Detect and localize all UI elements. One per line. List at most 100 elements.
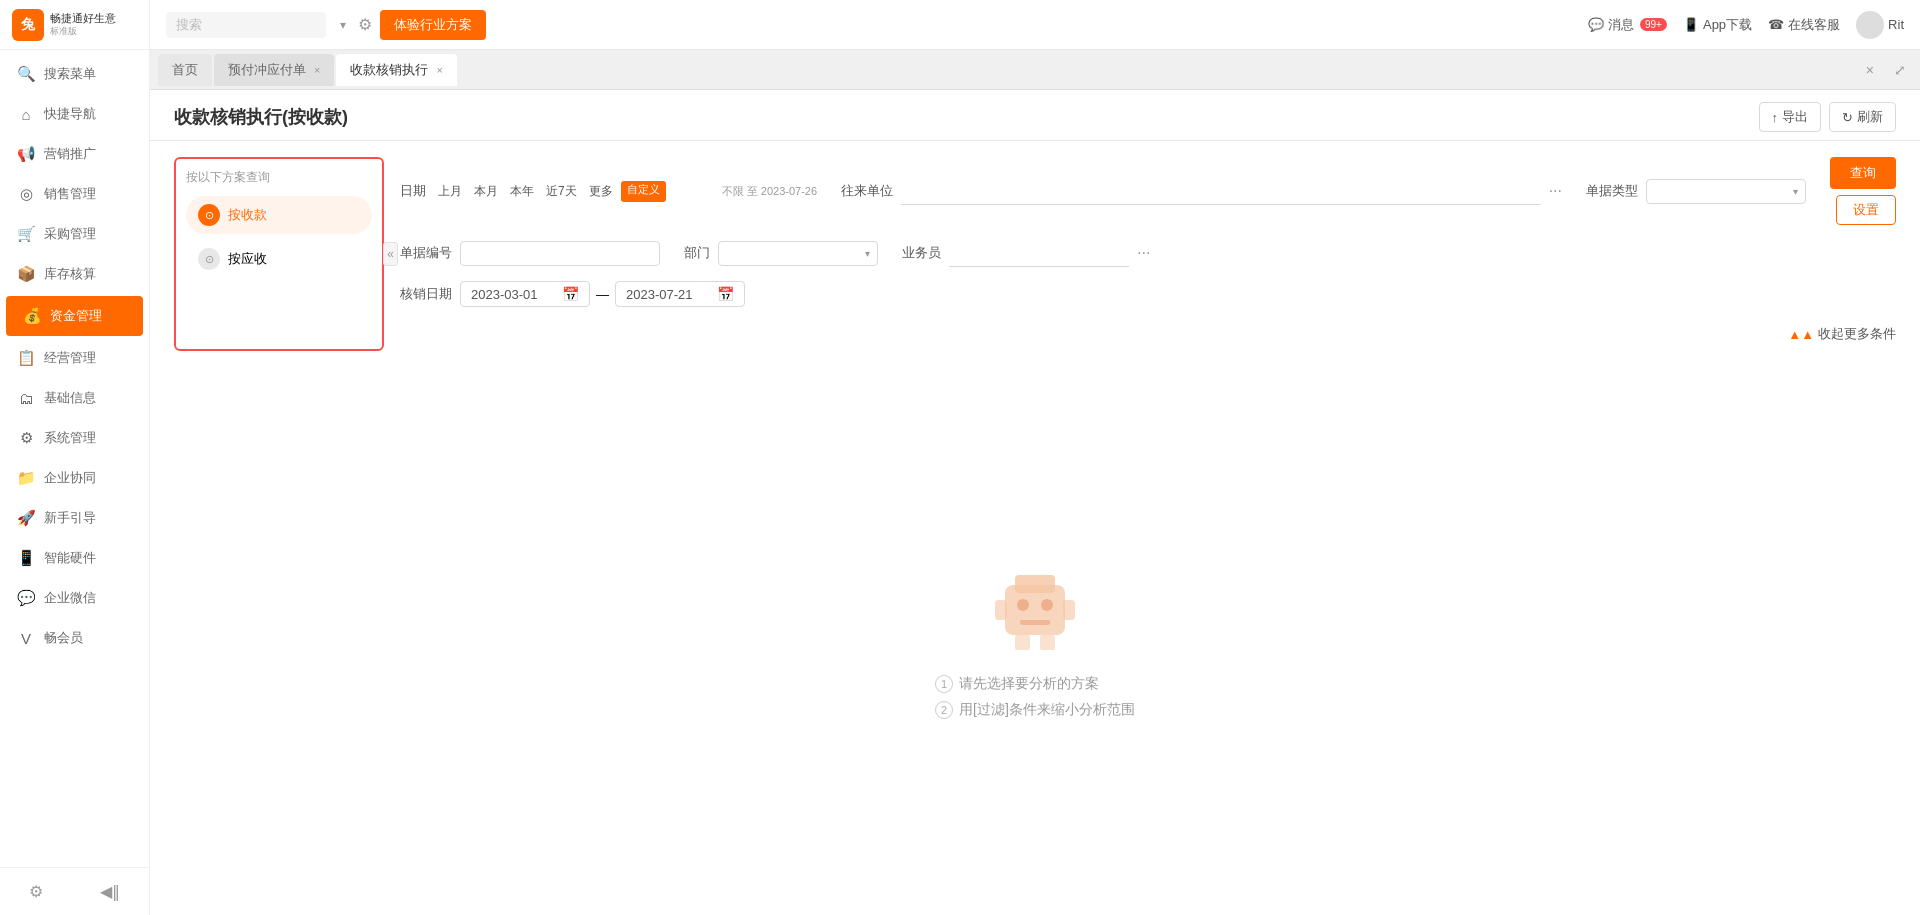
date-tabs: 上月 本月 本年 近7天 更多 自定义 [434, 181, 666, 202]
date-tab-7days[interactable]: 近7天 [542, 181, 581, 202]
query-button[interactable]: 查询 [1830, 157, 1896, 189]
sidebar-item-sales[interactable]: ◎ 销售管理 [0, 174, 149, 214]
sidebar-menu: 🔍 搜索菜单 ⌂ 快捷导航 📢 营销推广 ◎ 销售管理 🛒 采购管理 📦 库存核… [0, 50, 149, 867]
date-label: 日期 [400, 182, 426, 200]
by-receipt-icon: ⊙ [198, 204, 220, 226]
tabbar: 首页 预付冲应付单 × 收款核销执行 × × ⤢ [150, 50, 1920, 90]
sidebar-collapse-btn[interactable]: ◀‖ [94, 876, 126, 907]
tab-writeoff[interactable]: 收款核销执行 × [336, 54, 456, 86]
tabbar-close-btn[interactable]: × [1860, 60, 1880, 80]
tab-writeoff-close-icon[interactable]: × [436, 64, 442, 76]
svg-rect-6 [1063, 600, 1075, 620]
sidebar-item-inventory[interactable]: 📦 库存核算 [0, 254, 149, 294]
svg-rect-7 [1015, 635, 1030, 650]
sidebar-item-system[interactable]: ⚙ 系统管理 [0, 418, 149, 458]
sidebar-item-label: 企业协同 [44, 469, 96, 487]
filter-option-by-receipt[interactable]: ⊙ 按收款 [186, 196, 372, 234]
filter-panel-title: 按以下方案查询 [186, 169, 372, 186]
sidebar-item-enterprise[interactable]: 📁 企业协同 [0, 458, 149, 498]
sidebar-item-marketing[interactable]: 📢 营销推广 [0, 134, 149, 174]
refresh-button[interactable]: ↻ 刷新 [1829, 102, 1896, 132]
writeoff-date-end-input[interactable]: 2023-07-21 📅 [615, 281, 745, 307]
filter-option-by-receivable[interactable]: ⊙ 按应收 [186, 240, 372, 278]
operation-icon: 📋 [16, 348, 36, 368]
by-receipt-label: 按收款 [228, 206, 267, 224]
sidebar-bottom: ⚙ ◀‖ [0, 867, 149, 915]
tab-home[interactable]: 首页 [158, 54, 212, 86]
calendar-start-icon[interactable]: 📅 [562, 286, 579, 302]
sidebar-item-guide[interactable]: 🚀 新手引导 [0, 498, 149, 538]
topbar-left: 搜索 ▾ ⚙ 体验行业方案 [166, 10, 486, 40]
sidebar-settings-btn[interactable]: ⚙ [23, 876, 49, 907]
topbar-message[interactable]: 💬 消息 99+ [1588, 16, 1667, 34]
date-tab-more[interactable]: 更多 [585, 181, 617, 202]
industry-btn[interactable]: 体验行业方案 [380, 10, 486, 40]
topbar-service[interactable]: ☎ 在线客服 [1768, 16, 1840, 34]
counterpart-dots-icon[interactable]: ··· [1549, 182, 1562, 200]
topbar-search-area[interactable]: 搜索 [166, 12, 326, 38]
writeoff-date-start-input[interactable]: 2023-03-01 📅 [460, 281, 590, 307]
sidebar-item-label: 快捷导航 [44, 105, 96, 123]
sidebar-item-wechat[interactable]: 💬 企业微信 [0, 578, 149, 618]
export-button[interactable]: ↑ 导出 [1759, 102, 1822, 132]
topbar-app-download[interactable]: 📱 App下载 [1683, 16, 1752, 34]
purchase-icon: 🛒 [16, 224, 36, 244]
tab-writeoff-label: 收款核销执行 [350, 61, 428, 79]
topbar-user[interactable]: Rit [1856, 11, 1904, 39]
message-icon: 💬 [1588, 17, 1604, 32]
collapse-more-label: 收起更多条件 [1818, 325, 1896, 343]
main-area: 搜索 ▾ ⚙ 体验行业方案 💬 消息 99+ 📱 App下载 ☎ 在线客服 Ri… [150, 0, 1920, 915]
by-receivable-label: 按应收 [228, 250, 267, 268]
tab-prepay[interactable]: 预付冲应付单 × [214, 54, 334, 86]
setting-button[interactable]: 设置 [1836, 195, 1896, 225]
collapse-more-icon: ▲▲ [1788, 327, 1814, 342]
user-name: Rit [1888, 17, 1904, 32]
sidebar-logo: 兔 畅捷通好生意 标准版 [0, 0, 149, 50]
staff-dots-icon[interactable]: ··· [1137, 244, 1150, 262]
counterpart-input-area[interactable] [901, 177, 1541, 205]
collapse-more-btn[interactable]: ▲▲ 收起更多条件 [400, 321, 1896, 351]
topbar-arrow-icon[interactable]: ▾ [340, 18, 346, 32]
sidebar-item-label: 系统管理 [44, 429, 96, 447]
sidebar-item-hardware[interactable]: 📱 智能硬件 [0, 538, 149, 578]
date-tab-thisyear[interactable]: 本年 [506, 181, 538, 202]
marketing-icon: 📢 [16, 144, 36, 164]
tabbar-expand-icon[interactable]: ⤢ [1888, 60, 1912, 80]
member-icon: V [16, 628, 36, 648]
sidebar-item-search-menu[interactable]: 🔍 搜索菜单 [0, 54, 149, 94]
tab-home-label: 首页 [172, 61, 198, 79]
sidebar-item-finance[interactable]: 💰 资金管理 [6, 296, 143, 336]
export-icon: ↑ [1772, 110, 1779, 125]
sidebar-item-label: 经营管理 [44, 349, 96, 367]
sidebar-item-label: 新手引导 [44, 509, 96, 527]
date-custom-tag[interactable]: 自定义 [621, 181, 666, 202]
sidebar-item-basic-info[interactable]: 🗂 基础信息 [0, 378, 149, 418]
sidebar-item-purchase[interactable]: 🛒 采购管理 [0, 214, 149, 254]
empty-illustration [985, 555, 1085, 655]
writeoff-date-end-text: 2023-07-21 [626, 287, 693, 302]
writeoff-date-label: 核销日期 [400, 285, 452, 303]
sidebar-item-operation[interactable]: 📋 经营管理 [0, 338, 149, 378]
filter-panel-collapse-btn[interactable]: « [383, 242, 398, 266]
sidebar-item-member[interactable]: V 畅会员 [0, 618, 149, 658]
doctype-select[interactable] [1646, 179, 1806, 204]
filter-docno-item: 单据编号 [400, 241, 660, 266]
export-label: 导出 [1782, 108, 1808, 126]
date-tab-thismonth[interactable]: 本月 [470, 181, 502, 202]
logo-text-area: 畅捷通好生意 标准版 [50, 11, 116, 38]
sidebar-item-label: 企业微信 [44, 589, 96, 607]
docno-label: 单据编号 [400, 244, 452, 262]
staff-input-area[interactable] [949, 239, 1129, 267]
date-tab-lastmonth[interactable]: 上月 [434, 181, 466, 202]
sidebar-item-label: 采购管理 [44, 225, 96, 243]
calendar-end-icon[interactable]: 📅 [717, 286, 734, 302]
sidebar-item-quick-nav[interactable]: ⌂ 快捷导航 [0, 94, 149, 134]
topbar-gear-icon[interactable]: ⚙ [358, 15, 372, 34]
dept-select-wrap: ▾ [718, 241, 878, 266]
sales-icon: ◎ [16, 184, 36, 204]
dept-select[interactable] [718, 241, 878, 266]
tab-prepay-close-icon[interactable]: × [314, 64, 320, 76]
refresh-icon: ↻ [1842, 110, 1853, 125]
filter-counterpart-item: 往来单位 ··· [841, 177, 1562, 205]
docno-input[interactable] [460, 241, 660, 266]
